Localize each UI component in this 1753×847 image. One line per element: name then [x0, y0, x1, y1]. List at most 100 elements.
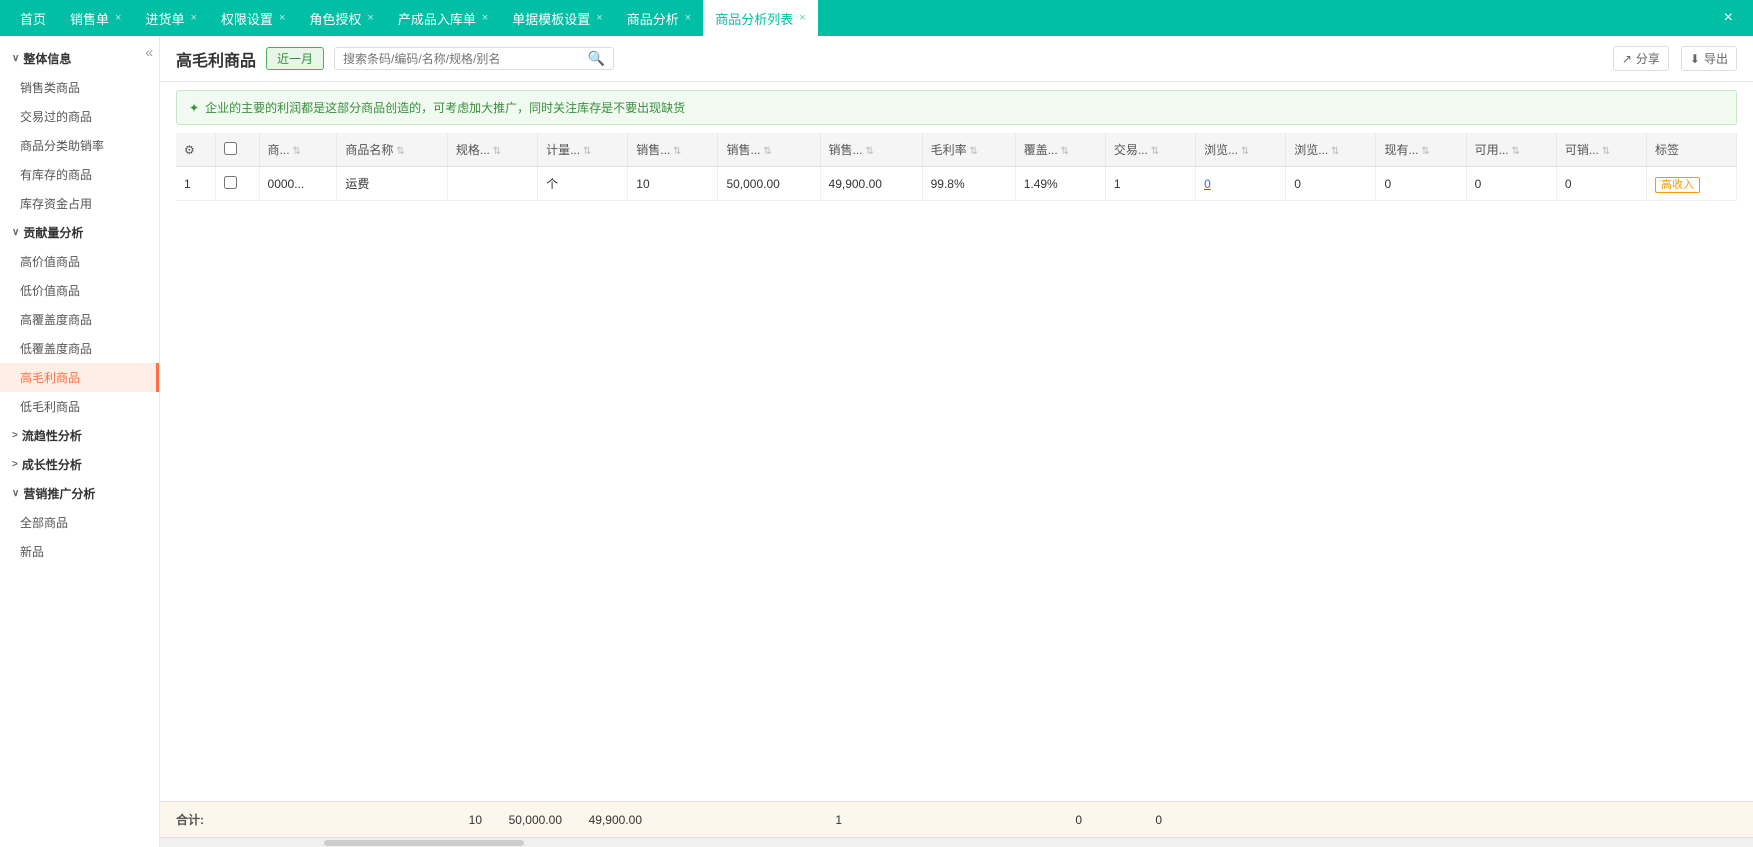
sidebar-item-低价值商品[interactable]: 低价值商品 [0, 276, 159, 305]
nav-close-icon[interactable]: × [799, 12, 805, 24]
nav-item-进货单[interactable]: 进货单× [133, 0, 208, 36]
sort-icon-view1: ⇅ [1238, 146, 1249, 157]
share-button[interactable]: ↗ 分享 [1613, 46, 1669, 71]
sidebar-group-arrow-icon: > [12, 459, 18, 470]
search-input[interactable] [343, 52, 588, 66]
table-header-gross_margin[interactable]: 毛利率 ⇅ [922, 133, 1015, 167]
gross-margin-cell: 99.8% [922, 167, 1015, 201]
table-header-saleable[interactable]: 可销... ⇅ [1556, 133, 1646, 167]
nav-close-icon[interactable]: × [596, 12, 602, 24]
sidebar-item-新品[interactable]: 新品 [0, 537, 159, 566]
sidebar-group-营销推广分析[interactable]: ∨营销推广分析 [0, 479, 159, 508]
table-header-transaction[interactable]: 交易... ⇅ [1105, 133, 1195, 167]
main-layout: « ∨ 整体信息销售类商品交易过的商品商品分类助销率有库存的商品库存资金占用∨贡献… [0, 36, 1753, 847]
table-header-available_stock[interactable]: 可用... ⇅ [1466, 133, 1556, 167]
sales-qty-cell: 10 [628, 167, 718, 201]
footer-sales-amount: 50,000.00 [490, 813, 570, 827]
sidebar-item-交易过的商品[interactable]: 交易过的商品 [0, 102, 159, 131]
sidebar-item-低覆盖度商品[interactable]: 低覆盖度商品 [0, 334, 159, 363]
sort-icon-name: ⇅ [393, 146, 404, 157]
page-title: 高毛利商品 [176, 47, 256, 71]
product-name-cell: 运费 [337, 167, 447, 201]
table-header-sales_profit[interactable]: 销售... ⇅ [820, 133, 922, 167]
footer-total-row: 合计: 10 50,000.00 49,900.00 1 0 0 [160, 801, 1753, 837]
scrollbar-thumb[interactable] [324, 840, 524, 846]
table-header-name[interactable]: 商品名称 ⇅ [337, 133, 447, 167]
table-header-view2[interactable]: 浏览... ⇅ [1286, 133, 1376, 167]
sidebar-group-arrow-icon: ∨ [12, 53, 19, 64]
table-header-code[interactable]: 商... ⇅ [259, 133, 337, 167]
sidebar-collapse-button[interactable]: « [145, 44, 153, 60]
sidebar-item-高毛利商品[interactable]: 高毛利商品 [0, 363, 159, 392]
sidebar-item-库存资金占用[interactable]: 库存资金占用 [0, 189, 159, 218]
filter-recent-month-button[interactable]: 近一月 [266, 47, 324, 70]
sort-icon-current_stock: ⇅ [1418, 146, 1429, 157]
content-header: 高毛利商品 近一月 🔍 ↗ 分享 ⬇ 导出 [160, 36, 1753, 82]
row-checkbox[interactable] [224, 176, 237, 189]
nav-close-icon[interactable]: × [367, 12, 373, 24]
sort-icon-code: ⇅ [290, 146, 301, 157]
coverage-cell: 1.49% [1015, 167, 1105, 201]
nav-item-商品分析列表[interactable]: 商品分析列表× [703, 0, 817, 36]
sidebar-group-arrow-icon: ∨ [12, 227, 19, 238]
footer-available-stock: 0 [1090, 813, 1170, 827]
sort-icon-sales_profit: ⇅ [863, 146, 874, 157]
nav-close-icon[interactable]: × [115, 12, 121, 24]
sidebar-group-贡献量分析[interactable]: ∨贡献量分析 [0, 218, 159, 247]
sales-amount-cell: 50,000.00 [718, 167, 820, 201]
data-table: ⚙商... ⇅商品名称 ⇅规格... ⇅计量... ⇅销售... ⇅销售... … [176, 133, 1737, 201]
table-header-current_stock[interactable]: 现有... ⇅ [1376, 133, 1466, 167]
sidebar-item-商品分类助销率[interactable]: 商品分类助销率 [0, 131, 159, 160]
search-box: 🔍 [334, 47, 614, 70]
sidebar-item-高价值商品[interactable]: 高价值商品 [0, 247, 159, 276]
sidebar-item-高覆盖度商品[interactable]: 高覆盖度商品 [0, 305, 159, 334]
horizontal-scrollbar[interactable] [160, 837, 1753, 847]
sort-icon-transaction: ⇅ [1148, 146, 1159, 157]
nav-close-icon[interactable]: × [279, 12, 285, 24]
table-header-sales_qty[interactable]: 销售... ⇅ [628, 133, 718, 167]
sidebar-item-全部商品[interactable]: 全部商品 [0, 508, 159, 537]
sidebar-item-销售类商品[interactable]: 销售类商品 [0, 73, 159, 102]
table-header-view1[interactable]: 浏览... ⇅ [1196, 133, 1286, 167]
view2-cell: 0 [1286, 167, 1376, 201]
product-spec-cell [447, 167, 537, 201]
nav-item-商品分析[interactable]: 商品分析× [615, 0, 703, 36]
nav-item-销售单[interactable]: 销售单× [58, 0, 133, 36]
table-header-spec[interactable]: 规格... ⇅ [447, 133, 537, 167]
nav-item-角色授权[interactable]: 角色授权× [297, 0, 385, 36]
footer-current-stock: 0 [1010, 813, 1090, 827]
window-close-button[interactable]: × [1712, 9, 1745, 27]
sort-icon-unit: ⇅ [580, 146, 591, 157]
select-all-checkbox[interactable] [224, 142, 237, 155]
sidebar-group-arrow-icon: ∨ [12, 488, 19, 499]
nav-close-icon[interactable]: × [190, 12, 196, 24]
sidebar-item-低毛利商品[interactable]: 低毛利商品 [0, 392, 159, 421]
nav-item-首页[interactable]: 首页 [8, 0, 58, 36]
sort-icon-gross_margin: ⇅ [967, 146, 978, 157]
search-icon[interactable]: 🔍 [588, 50, 605, 67]
nav-close-icon[interactable]: × [482, 12, 488, 24]
table-container: ⚙商... ⇅商品名称 ⇅规格... ⇅计量... ⇅销售... ⇅销售... … [176, 133, 1737, 801]
nav-item-权限设置[interactable]: 权限设置× [209, 0, 297, 36]
nav-close-icon[interactable]: × [685, 12, 691, 24]
sidebar-group-整体信息[interactable]: ∨ 整体信息 [0, 44, 159, 73]
header-actions: ↗ 分享 ⬇ 导出 [1613, 46, 1737, 71]
available-stock-cell: 0 [1466, 167, 1556, 201]
table-header-checkbox [216, 133, 260, 167]
sidebar-group-流趋性分析[interactable]: >流趋性分析 [0, 421, 159, 450]
view1-cell: 0 [1196, 167, 1286, 201]
nav-item-产成品入库单[interactable]: 产成品入库单× [386, 0, 500, 36]
sidebar-group-label: 整体信息 [23, 50, 71, 67]
row-checkbox-cell [216, 167, 260, 201]
table-header-coverage[interactable]: 覆盖... ⇅ [1015, 133, 1105, 167]
sidebar-group-成长性分析[interactable]: > 成长性分析 [0, 450, 159, 479]
sidebar-item-有库存的商品[interactable]: 有库存的商品 [0, 160, 159, 189]
view1-link[interactable]: 0 [1204, 177, 1211, 191]
export-button[interactable]: ⬇ 导出 [1681, 46, 1737, 71]
info-icon: ✦ [189, 101, 199, 115]
share-icon: ↗ [1622, 52, 1632, 66]
sidebar-group-label: 成长性分析 [22, 456, 82, 473]
table-header-unit[interactable]: 计量... ⇅ [538, 133, 628, 167]
nav-item-单据模板设置[interactable]: 单据模板设置× [500, 0, 614, 36]
table-header-sales_amount[interactable]: 销售... ⇅ [718, 133, 820, 167]
